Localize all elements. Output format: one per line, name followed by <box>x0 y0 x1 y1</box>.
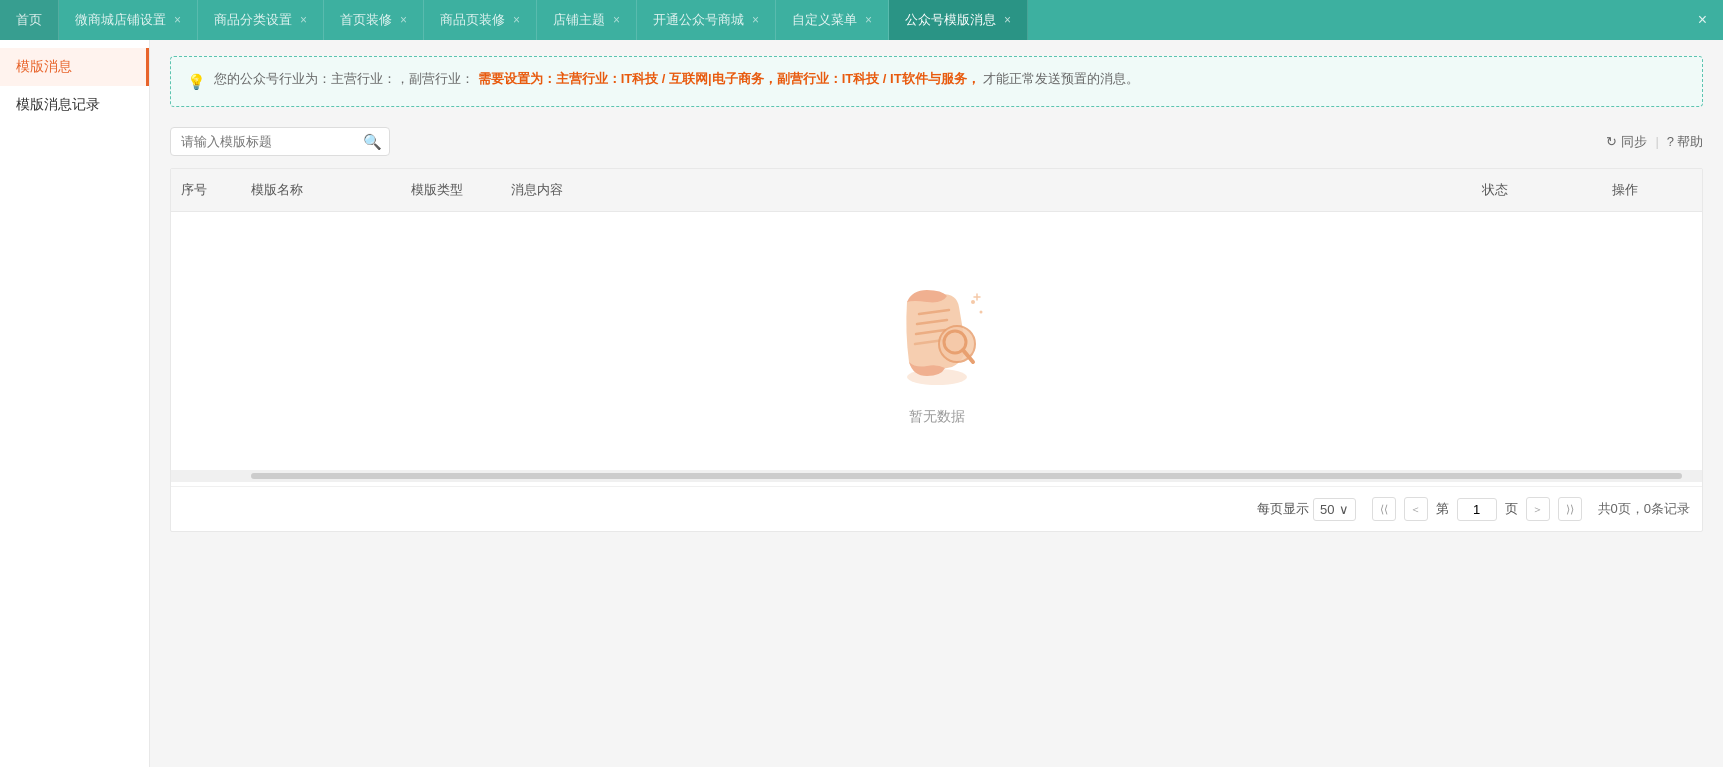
th-status: 状态 <box>1472 169 1602 211</box>
search-input-wrap: 🔍 <box>170 127 390 156</box>
main-layout: 模版消息 模版消息记录 💡 您的公众号行业为：主营行业：，副营行业： 需要设置为… <box>0 40 1723 767</box>
th-name: 模版名称 <box>241 169 401 211</box>
sync-help-area: ↻ 同步 | ? 帮助 <box>1606 133 1703 151</box>
tab-custommenu[interactable]: 自定义菜单 × <box>776 0 889 40</box>
content-area: 💡 您的公众号行业为：主营行业：，副营行业： 需要设置为：主营行业：IT科技 /… <box>150 40 1723 767</box>
empty-state: 暂无数据 <box>171 212 1702 466</box>
page-unit: 页 <box>1505 500 1518 518</box>
tab-bar-close-all[interactable]: × <box>1682 11 1723 29</box>
page-prefix: 第 <box>1436 500 1449 518</box>
search-input[interactable] <box>170 127 390 156</box>
tab-template[interactable]: 公众号模版消息 × <box>889 0 1028 40</box>
data-table: 序号 模版名称 模版类型 消息内容 状态 操作 <box>170 168 1703 532</box>
svg-point-8 <box>971 300 975 304</box>
tab-close-product[interactable]: × <box>513 13 520 27</box>
th-type: 模版类型 <box>401 169 501 211</box>
help-icon: ? <box>1667 134 1674 149</box>
total-info: 共0页，0条记录 <box>1598 500 1690 518</box>
page-last-button[interactable]: ⟩⟩ <box>1558 497 1582 521</box>
tab-theme[interactable]: 店铺主题 × <box>537 0 637 40</box>
notice-icon: 💡 <box>187 70 206 94</box>
tab-category[interactable]: 商品分类设置 × <box>198 0 324 40</box>
pagination: 每页显示 50 ∨ ⟨⟨ ＜ 第 页 ＞ ⟩⟩ 共0页，0条记录 <box>171 486 1702 531</box>
sidebar: 模版消息 模版消息记录 <box>0 40 150 767</box>
page-prev-button[interactable]: ＜ <box>1404 497 1428 521</box>
tab-close-openstore[interactable]: × <box>752 13 759 27</box>
sidebar-item-template-msg[interactable]: 模版消息 <box>0 48 149 86</box>
tab-close-theme[interactable]: × <box>613 13 620 27</box>
scrollbar-track <box>251 473 1682 479</box>
page-size-dropdown[interactable]: 50 ∨ <box>1313 498 1355 521</box>
tab-close-template[interactable]: × <box>1004 13 1011 27</box>
help-button[interactable]: ? 帮助 <box>1667 133 1703 151</box>
tab-openstore[interactable]: 开通公众号商城 × <box>637 0 776 40</box>
sidebar-item-template-log[interactable]: 模版消息记录 <box>0 86 149 124</box>
th-seq: 序号 <box>171 169 241 211</box>
tab-weishop[interactable]: 微商城店铺设置 × <box>59 0 198 40</box>
sync-icon: ↻ <box>1606 134 1617 149</box>
tab-close-custommenu[interactable]: × <box>865 13 872 27</box>
empty-text: 暂无数据 <box>909 408 965 426</box>
tab-bar: 首页 微商城店铺设置 × 商品分类设置 × 首页装修 × 商品页装修 × 店铺主… <box>0 0 1723 40</box>
tab-close-weishop[interactable]: × <box>174 13 181 27</box>
svg-point-9 <box>979 311 982 314</box>
tab-homepage[interactable]: 首页装修 × <box>324 0 424 40</box>
table-header: 序号 模版名称 模版类型 消息内容 状态 操作 <box>171 169 1702 212</box>
page-size-label: 每页显示 <box>1257 500 1309 518</box>
notice-text: 您的公众号行业为：主营行业：，副营行业： 需要设置为：主营行业：IT科技 / 互… <box>214 69 1139 90</box>
search-button[interactable]: 🔍 <box>363 133 382 151</box>
tab-home[interactable]: 首页 <box>0 0 59 40</box>
horizontal-scrollbar[interactable] <box>171 470 1702 482</box>
notice-box: 💡 您的公众号行业为：主营行业：，副营行业： 需要设置为：主营行业：IT科技 /… <box>170 56 1703 107</box>
empty-illustration <box>877 272 997 392</box>
page-number-input[interactable] <box>1457 498 1497 521</box>
tab-product[interactable]: 商品页装修 × <box>424 0 537 40</box>
search-bar: 🔍 ↻ 同步 | ? 帮助 <box>170 127 1703 156</box>
page-first-button[interactable]: ⟨⟨ <box>1372 497 1396 521</box>
sync-button[interactable]: ↻ 同步 <box>1606 133 1647 151</box>
page-size-select: 每页显示 50 ∨ <box>1257 498 1355 521</box>
page-next-button[interactable]: ＞ <box>1526 497 1550 521</box>
tab-close-category[interactable]: × <box>300 13 307 27</box>
th-content: 消息内容 <box>501 169 1472 211</box>
th-action: 操作 <box>1602 169 1702 211</box>
toolbar-divider: | <box>1655 134 1658 149</box>
dropdown-arrow-icon: ∨ <box>1339 502 1349 517</box>
tab-close-homepage[interactable]: × <box>400 13 407 27</box>
